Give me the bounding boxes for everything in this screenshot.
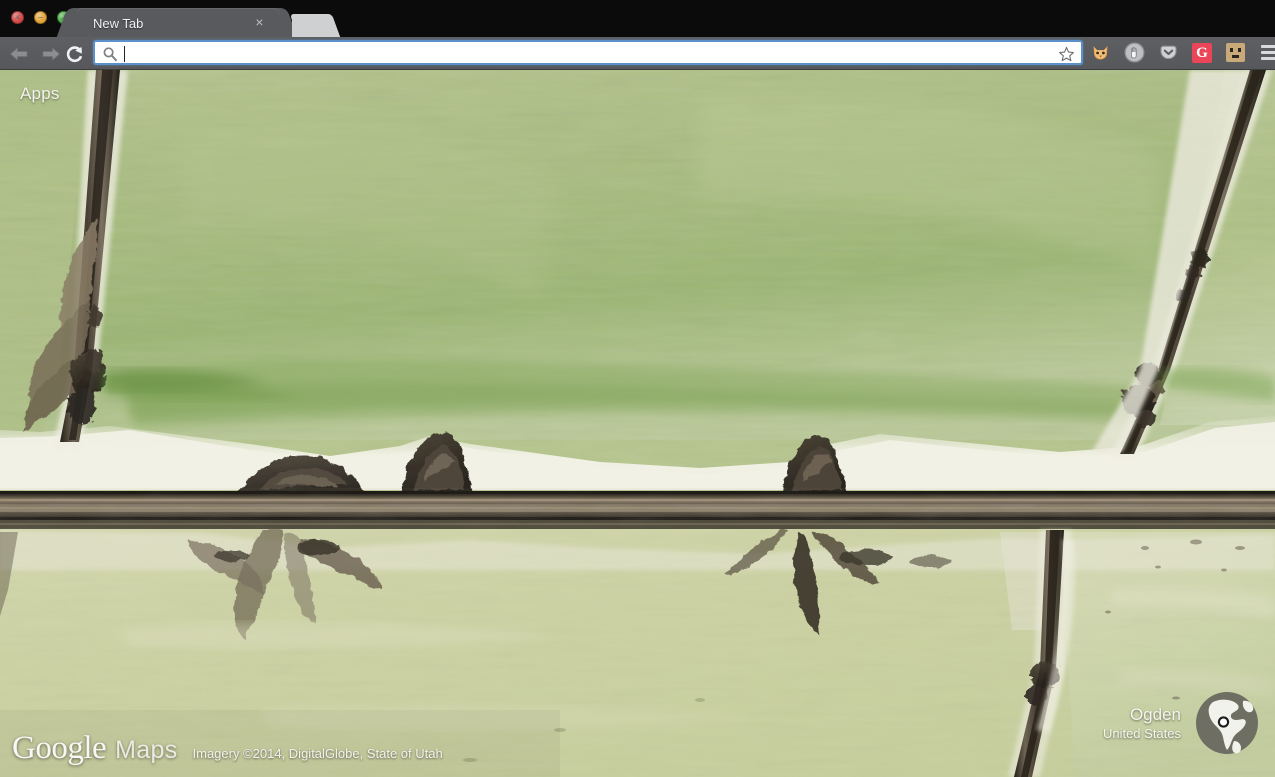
location-city: Ogden — [1129, 704, 1181, 724]
chrome-menu-button[interactable] — [1259, 42, 1275, 63]
title-bar: × – ↗ New Tab × — [0, 0, 1275, 37]
location-text: Ogden United States — [1103, 705, 1181, 742]
robot-eye-right — [1238, 48, 1241, 52]
location-country: United States — [1102, 725, 1181, 741]
robot-face-icon — [1226, 43, 1245, 62]
back-button[interactable] — [8, 43, 30, 65]
cat-extension-icon[interactable] — [1090, 42, 1111, 63]
reload-button[interactable] — [63, 43, 85, 65]
globe-icon — [1196, 692, 1258, 754]
tab-close-icon[interactable]: × — [252, 15, 267, 30]
star-icon[interactable] — [1058, 46, 1075, 63]
hamburger-menu-icon — [1260, 45, 1275, 60]
map-viewport[interactable] — [0, 70, 1275, 777]
location-indicator: Ogden United States — [1103, 689, 1261, 757]
extension-toolbar: G — [1090, 40, 1275, 65]
google-maps-attribution: Google Maps Imagery ©2014, DigitalGlobe,… — [12, 732, 443, 765]
satellite-imagery — [0, 70, 1275, 777]
imagery-credit: Imagery ©2014, DigitalGlobe, State of Ut… — [192, 746, 443, 761]
search-icon — [103, 47, 117, 62]
new-tab-button[interactable] — [292, 14, 332, 37]
bookmark-apps[interactable]: Apps — [20, 84, 60, 104]
robot-extension-icon[interactable] — [1225, 42, 1246, 63]
browser-window: Apps Google Maps Imagery ©2014, DigitalG… — [0, 0, 1275, 777]
text-cursor — [124, 46, 125, 62]
pocket-icon — [1160, 45, 1177, 60]
robot-eye-left — [1230, 48, 1233, 52]
minimize-icon: – — [37, 12, 43, 22]
minimize-window-button[interactable]: – — [34, 11, 47, 24]
robot-mouth — [1232, 55, 1239, 58]
tab-title: New Tab — [93, 16, 144, 31]
hamburger-line-3 — [1260, 57, 1275, 60]
address-bar[interactable] — [93, 40, 1083, 65]
google-extension-icon[interactable]: G — [1192, 42, 1212, 63]
pocket-extension-icon[interactable] — [1158, 42, 1179, 63]
address-input[interactable] — [123, 45, 1051, 63]
reload-icon — [66, 45, 82, 62]
cat-icon — [1093, 46, 1108, 60]
back-arrow-icon — [10, 47, 28, 61]
forward-arrow-icon — [42, 47, 60, 61]
hamburger-line-1 — [1260, 45, 1275, 48]
close-window-button[interactable]: × — [11, 11, 24, 24]
maps-wordmark[interactable]: Maps — [115, 738, 177, 763]
hamburger-line-2 — [1260, 51, 1275, 54]
google-logo[interactable]: Google — [12, 732, 107, 765]
close-icon: × — [14, 12, 21, 22]
stop-hand-extension-icon[interactable] — [1124, 42, 1145, 63]
forward-button[interactable] — [40, 43, 62, 65]
stop-hand-icon — [1124, 42, 1145, 63]
